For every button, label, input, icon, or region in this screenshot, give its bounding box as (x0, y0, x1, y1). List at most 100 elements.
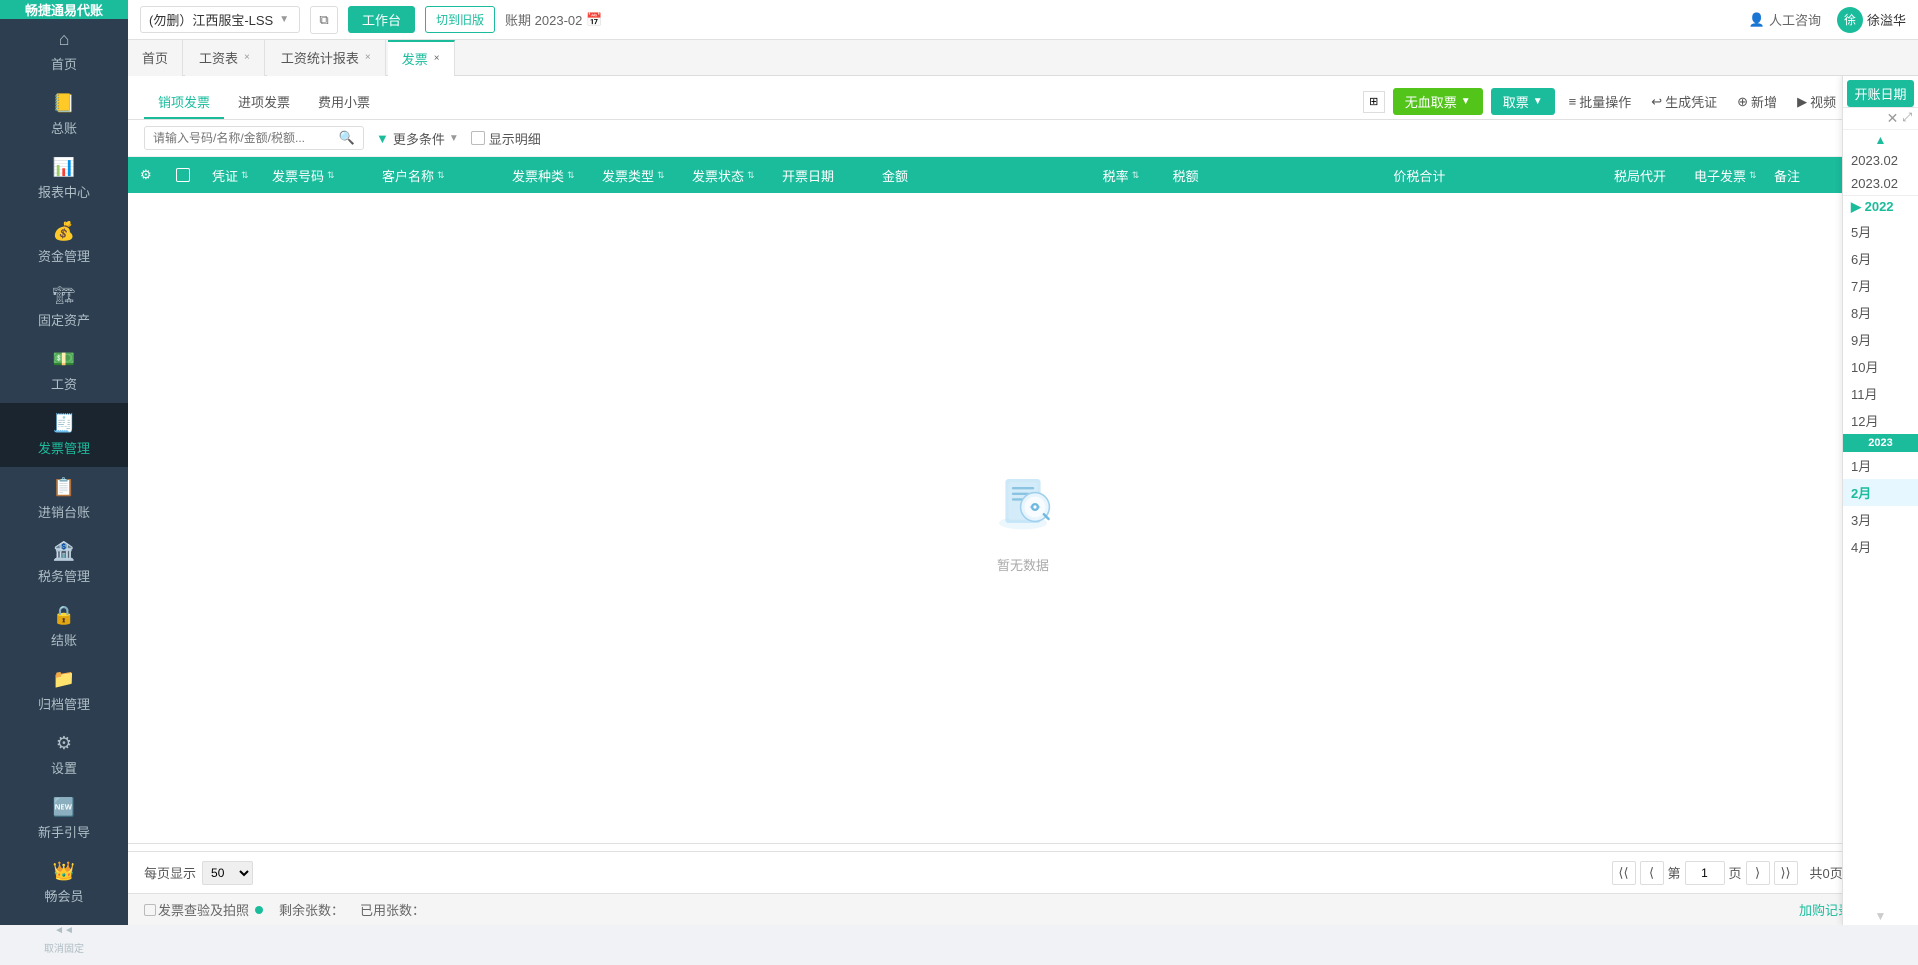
sidebar-item-invoice[interactable]: 🧾 发票管理 (0, 403, 128, 467)
date-panel: 开账日期 ✕ ⤢ ▲ 2023.02 2023.02 ▶ 2022 (1842, 76, 1918, 925)
month-10[interactable]: 10月 (1843, 353, 1918, 380)
company-selector[interactable]: (勿删）江西服宝-LSS ▼ (140, 6, 300, 33)
membership-icon: 👑 (53, 861, 75, 882)
th-checkbox[interactable] (172, 168, 208, 182)
grid-view-icon[interactable]: ⊞ (1363, 91, 1385, 113)
date-row-2023-02-1[interactable]: 2023.02 (1843, 149, 1918, 172)
more-conditions-button[interactable]: ▼ 更多条件 ▼ (376, 129, 459, 148)
sidebar-item-fixed-assets[interactable]: 🏗 固定资产 (0, 275, 128, 339)
tab-salary-close[interactable]: × (244, 52, 250, 63)
funds-icon: 💰 (53, 221, 75, 242)
sidebar-item-salary[interactable]: 💵 工资 (0, 339, 128, 403)
year-2022-header[interactable]: ▶ 2022 (1843, 195, 1918, 218)
month-9[interactable]: 9月 (1843, 326, 1918, 353)
date-scroll-up[interactable]: ▲ (1843, 130, 1918, 149)
sub-tab-purchase-invoice[interactable]: 进项发票 (224, 86, 304, 119)
sidebar-item-archive[interactable]: 📁 归档管理 (0, 659, 128, 723)
th-note: 备注 (1770, 166, 1840, 185)
sort-type2-icon[interactable]: ⇅ (657, 170, 665, 181)
open-period-panel-btn[interactable]: 开账日期 (1847, 80, 1914, 107)
sidebar-item-unfix[interactable]: ◄◄ 取消固定 (0, 915, 128, 965)
search-input[interactable] (153, 131, 333, 145)
ledger-icon: 📒 (53, 93, 75, 114)
generate-voucher-button[interactable]: ↩ 生成凭证 (1645, 88, 1723, 115)
check-verify-checkbox[interactable] (144, 904, 156, 916)
tab-invoice[interactable]: 发票 × (388, 40, 455, 76)
period-icon: 📅 (586, 12, 602, 28)
show-detail-checkbox[interactable] (471, 131, 485, 145)
unfix-icon: ◄◄ (54, 925, 74, 936)
sort-invoice-no-icon[interactable]: ⇅ (327, 170, 335, 181)
tab-salary-report-close[interactable]: × (365, 52, 371, 63)
last-page-button[interactable]: ⟩⟩ (1774, 861, 1798, 885)
user-profile[interactable]: 徐 徐溢华 (1837, 7, 1906, 33)
sidebar-item-closing-label: 结账 (51, 630, 77, 649)
no-invoice-button[interactable]: 无血取票 ▼ (1393, 88, 1483, 115)
pagination: 每页显示 50 100 200 ⟨⟨ ⟨ 第 页 ⟩ ⟩⟩ 共0页，0条记录 (128, 851, 1918, 893)
prev-page-button[interactable]: ⟨ (1640, 861, 1664, 885)
sidebar-item-home[interactable]: ⌂ 首页 (0, 19, 128, 83)
date-panel-expand[interactable]: ⤢ (1902, 110, 1912, 127)
search-icon: 🔍 (339, 130, 355, 146)
tab-invoice-close[interactable]: × (434, 53, 440, 64)
sort-electronic-icon[interactable]: ⇅ (1749, 170, 1757, 181)
switch-version-button[interactable]: 切到旧版 (425, 6, 495, 33)
workbench-button[interactable]: 工作台 (348, 6, 415, 33)
tab-salary-report[interactable]: 工资统计报表 × (267, 40, 386, 76)
month-2-2023[interactable]: 2月 (1843, 479, 1918, 506)
user-avatar: 徐 (1837, 7, 1863, 33)
date-row-2023-02-2[interactable]: 2023.02 (1843, 172, 1918, 195)
new-invoice-button[interactable]: ⊕ 新增 (1731, 88, 1783, 115)
sidebar-item-guide[interactable]: 🆕 新手引导 (0, 787, 128, 851)
search-box[interactable]: 🔍 (144, 126, 364, 150)
th-settings[interactable]: ⚙ (136, 167, 172, 183)
sidebar-item-reports[interactable]: 📊 报表中心 (0, 147, 128, 211)
first-page-button[interactable]: ⟨⟨ (1612, 861, 1636, 885)
month-7[interactable]: 7月 (1843, 272, 1918, 299)
sidebar-item-sales-ledger[interactable]: 📋 进销台账 (0, 467, 128, 531)
sort-customer-icon[interactable]: ⇅ (437, 170, 445, 181)
month-8[interactable]: 8月 (1843, 299, 1918, 326)
sidebar-item-ledger[interactable]: 📒 总账 (0, 83, 128, 147)
month-5[interactable]: 5月 (1843, 218, 1918, 245)
sort-voucher-icon[interactable]: ⇅ (241, 170, 249, 181)
user-service-button[interactable]: 👤 人工咨询 (1749, 10, 1821, 29)
per-page-select[interactable]: 50 100 200 (202, 861, 253, 885)
date-scroll-down[interactable]: ▼ (1843, 906, 1918, 925)
get-ticket-button[interactable]: 取票 ▼ (1491, 88, 1555, 115)
sort-status-icon[interactable]: ⇅ (747, 170, 755, 181)
header-right: 👤 人工咨询 徐 徐溢华 (1749, 7, 1906, 33)
month-3-2023[interactable]: 3月 (1843, 506, 1918, 533)
tab-salary[interactable]: 工资表 × (185, 40, 265, 76)
show-detail-checkbox-area[interactable]: 显示明细 (471, 129, 541, 148)
video-button[interactable]: ▶ 视频 (1791, 88, 1842, 115)
period-label: 账期 2023-02 📅 (505, 10, 603, 29)
month-4-2023[interactable]: 4月 (1843, 533, 1918, 560)
page-number-input[interactable] (1685, 861, 1725, 885)
sub-tab-sales-invoice[interactable]: 销项发票 (144, 86, 224, 119)
month-6[interactable]: 6月 (1843, 245, 1918, 272)
copy-button[interactable]: ⧉ (310, 6, 338, 34)
batch-op-button[interactable]: ≡ 批量操作 (1563, 88, 1638, 115)
select-all-checkbox[interactable] (176, 168, 190, 182)
sidebar-item-tax[interactable]: 🏦 税务管理 (0, 531, 128, 595)
sidebar-item-closing[interactable]: 🔒 结账 (0, 595, 128, 659)
sort-tax-rate-icon[interactable]: ⇅ (1132, 170, 1140, 181)
month-11[interactable]: 11月 (1843, 380, 1918, 407)
sort-type1-icon[interactable]: ⇅ (567, 170, 575, 181)
next-page-button[interactable]: ⟩ (1746, 861, 1770, 885)
horizontal-scrollbar[interactable] (128, 843, 1918, 851)
sidebar-item-settings[interactable]: ⚙ 设置 (0, 723, 128, 787)
remain-label: 剩余张数： (279, 900, 344, 919)
sidebar-item-membership[interactable]: 👑 畅会员 (0, 851, 128, 915)
month-1-2023[interactable]: 1月 (1843, 452, 1918, 479)
sub-tab-expense-receipt[interactable]: 费用小票 (304, 86, 384, 119)
month-12[interactable]: 12月 (1843, 407, 1918, 434)
sidebar-item-sales-ledger-label: 进销台账 (38, 502, 90, 521)
get-ticket-dropdown-arrow: ▼ (1533, 96, 1543, 107)
check-label: 发票查验及拍照 (144, 900, 263, 919)
tab-home[interactable]: 首页 (128, 40, 183, 76)
date-panel-close[interactable]: ✕ (1887, 110, 1899, 127)
tab-bar: 首页 工资表 × 工资统计报表 × 发票 × (128, 40, 1918, 76)
sidebar-item-funds[interactable]: 💰 资金管理 (0, 211, 128, 275)
